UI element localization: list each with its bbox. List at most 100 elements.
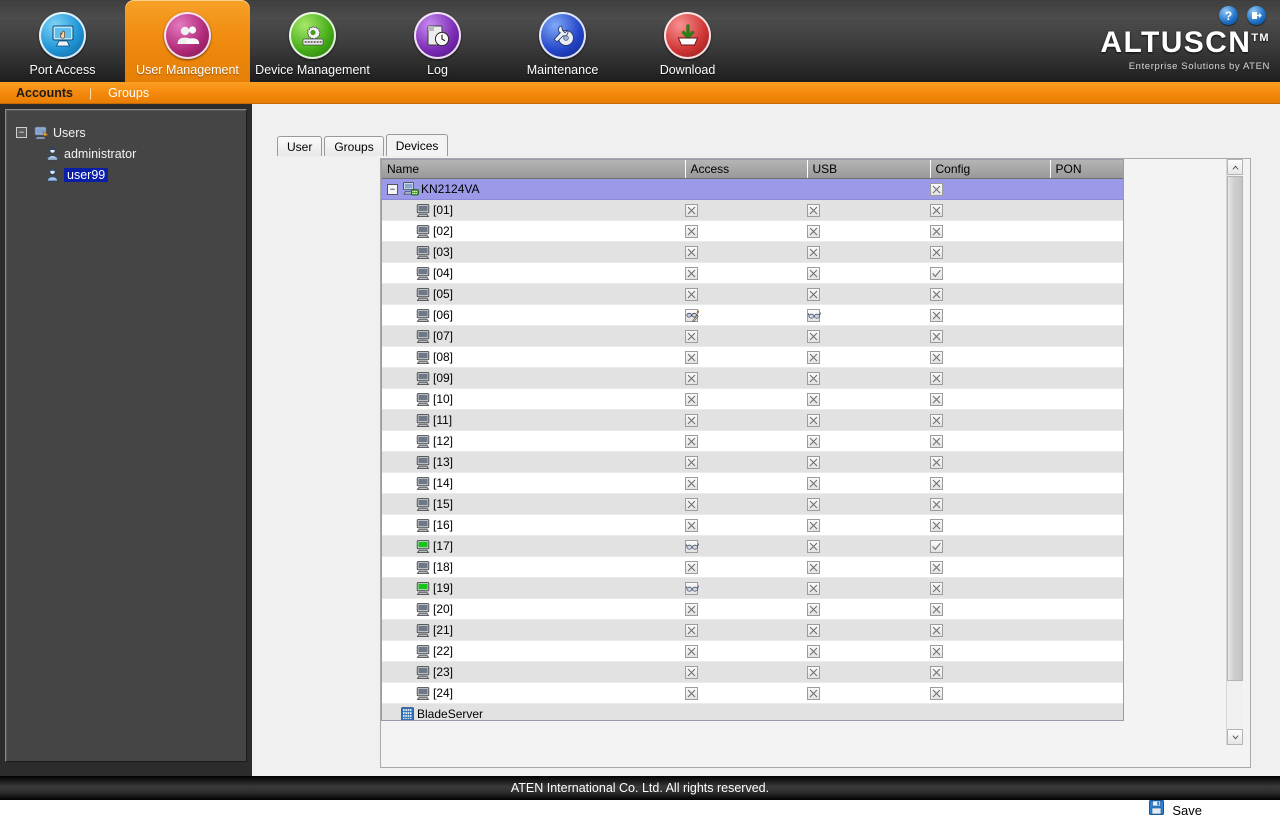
table-row[interactable]: [07]: [382, 325, 1123, 347]
permission-toggle-config[interactable]: [930, 351, 943, 365]
permission-toggle-access[interactable]: [685, 393, 698, 407]
permission-toggle-config[interactable]: [930, 498, 943, 512]
table-row[interactable]: [23]: [382, 661, 1123, 683]
table-row[interactable]: [20]: [382, 598, 1123, 620]
permission-toggle-access[interactable]: [685, 477, 698, 491]
help-icon[interactable]: ?: [1219, 6, 1238, 25]
table-row[interactable]: [18]: [382, 556, 1123, 578]
submenu-item-groups[interactable]: Groups: [106, 86, 151, 100]
permission-toggle-access[interactable]: [685, 309, 699, 323]
permission-toggle-access[interactable]: [685, 225, 698, 239]
table-row[interactable]: [14]: [382, 472, 1123, 494]
column-header-name[interactable]: Name: [382, 160, 686, 179]
permission-toggle-usb[interactable]: [807, 687, 820, 701]
table-row[interactable]: [16]: [382, 514, 1123, 536]
nav-item-log[interactable]: Log: [375, 0, 500, 82]
table-row[interactable]: [21]: [382, 619, 1123, 641]
table-row[interactable]: [06]: [382, 304, 1123, 326]
permission-toggle-config[interactable]: [930, 246, 943, 260]
permission-toggle-access[interactable]: [685, 288, 698, 302]
permission-toggle-config[interactable]: [930, 330, 943, 344]
permission-toggle-usb[interactable]: [807, 288, 820, 302]
permission-toggle-usb[interactable]: [807, 351, 820, 365]
permission-toggle-access[interactable]: [685, 666, 698, 680]
permission-toggle-config[interactable]: [930, 456, 943, 470]
permission-toggle-config[interactable]: [930, 582, 943, 596]
permission-toggle-usb[interactable]: [807, 267, 820, 281]
table-row[interactable]: [03]: [382, 241, 1123, 263]
table-row[interactable]: [22]: [382, 640, 1123, 662]
permission-toggle-access[interactable]: [685, 561, 698, 575]
table-row[interactable]: [01]: [382, 199, 1123, 221]
permission-toggle-config[interactable]: [930, 666, 943, 680]
tab-devices[interactable]: Devices: [385, 134, 449, 156]
permission-toggle-usb[interactable]: [807, 603, 820, 617]
permission-toggle-usb[interactable]: [807, 540, 820, 554]
permission-toggle-access[interactable]: [685, 645, 698, 659]
permission-toggle-config[interactable]: [930, 687, 943, 701]
nav-item-user-management[interactable]: User Management: [125, 0, 250, 82]
permission-toggle-usb[interactable]: [807, 246, 820, 260]
permission-toggle-usb[interactable]: [807, 645, 820, 659]
nav-item-maintenance[interactable]: Maintenance: [500, 0, 625, 82]
permission-toggle-config[interactable]: [930, 414, 943, 428]
vertical-scrollbar[interactable]: [1226, 159, 1243, 745]
permission-toggle-access[interactable]: [685, 204, 698, 218]
permission-toggle-config[interactable]: [930, 204, 943, 218]
permission-toggle-config[interactable]: [930, 477, 943, 491]
permission-toggle-config[interactable]: [930, 183, 943, 197]
permission-toggle-usb[interactable]: [807, 582, 820, 596]
permission-toggle-config[interactable]: [930, 393, 943, 407]
permission-toggle-access[interactable]: [685, 246, 698, 260]
table-row-group[interactable]: − KN2124VA: [382, 178, 1123, 200]
row-expander-icon[interactable]: −: [387, 183, 398, 195]
permission-toggle-usb[interactable]: [807, 498, 820, 512]
permission-toggle-access[interactable]: [685, 372, 698, 386]
permission-toggle-config[interactable]: [930, 603, 943, 617]
permission-toggle-config[interactable]: [930, 309, 943, 323]
table-row[interactable]: [08]: [382, 346, 1123, 368]
column-header-access[interactable]: Access: [685, 160, 808, 179]
permission-toggle-usb[interactable]: [807, 372, 820, 386]
permission-toggle-access[interactable]: [685, 687, 698, 701]
permission-toggle-config[interactable]: [930, 624, 943, 638]
column-header-pon[interactable]: PON: [1050, 160, 1123, 179]
scrollbar-thumb[interactable]: [1227, 176, 1243, 681]
permission-toggle-config[interactable]: [930, 372, 943, 386]
sidebar-item-administrator[interactable]: administrator: [16, 143, 246, 164]
permission-toggle-usb[interactable]: [807, 477, 820, 491]
column-header-config[interactable]: Config: [930, 160, 1051, 179]
permission-toggle-config[interactable]: [930, 225, 943, 239]
tab-groups[interactable]: Groups: [324, 136, 384, 156]
table-row[interactable]: [02]: [382, 220, 1123, 242]
sidebar-item-user99[interactable]: user99: [16, 164, 246, 185]
permission-toggle-usb[interactable]: [807, 666, 820, 680]
scroll-down-icon[interactable]: [1227, 729, 1243, 745]
submenu-item-accounts[interactable]: Accounts: [14, 86, 75, 100]
table-row[interactable]: [19]: [382, 577, 1123, 599]
permission-toggle-access[interactable]: [685, 414, 698, 428]
permission-toggle-usb[interactable]: [807, 519, 820, 533]
permission-toggle-access[interactable]: [685, 435, 698, 449]
permission-toggle-usb[interactable]: [807, 456, 820, 470]
table-row[interactable]: [12]: [382, 430, 1123, 452]
permission-toggle-usb[interactable]: [807, 435, 820, 449]
nav-item-download[interactable]: Download: [625, 0, 750, 82]
permission-toggle-config[interactable]: [930, 267, 943, 281]
permission-toggle-config[interactable]: [930, 519, 943, 533]
permission-toggle-config[interactable]: [930, 561, 943, 575]
permission-toggle-access[interactable]: [685, 603, 698, 617]
permission-toggle-usb[interactable]: [807, 414, 820, 428]
permission-toggle-config[interactable]: [930, 540, 943, 554]
permission-toggle-usb[interactable]: [807, 225, 820, 239]
table-row[interactable]: [09]: [382, 367, 1123, 389]
permission-toggle-access[interactable]: [685, 498, 698, 512]
permission-toggle-usb[interactable]: [807, 624, 820, 638]
table-row[interactable]: [10]: [382, 388, 1123, 410]
nav-item-port-access[interactable]: Port Access: [0, 0, 125, 82]
permission-toggle-access[interactable]: [685, 267, 698, 281]
permission-toggle-usb[interactable]: [807, 393, 820, 407]
tree-root-users[interactable]: − Users: [16, 122, 246, 143]
table-row[interactable]: [24]: [382, 682, 1123, 704]
tree-expander-icon[interactable]: −: [16, 127, 27, 138]
